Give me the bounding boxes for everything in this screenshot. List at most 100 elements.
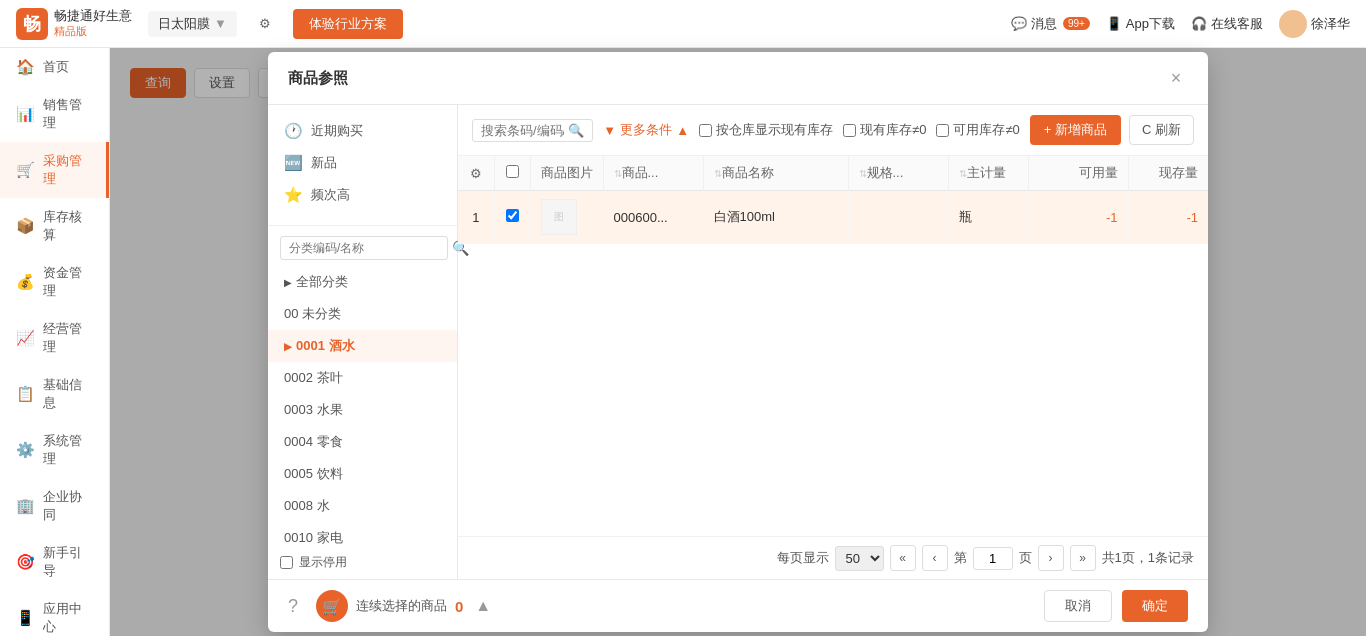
sidebar-item-inventory[interactable]: 📦 库存核算 xyxy=(0,198,109,254)
category-label: 0002 茶叶 xyxy=(284,369,343,387)
next-page-button[interactable]: › xyxy=(1038,545,1064,571)
store-selector[interactable]: 日太阳膜 ▼ xyxy=(148,11,237,37)
sidebar-item-sales[interactable]: 📊 销售管理 xyxy=(0,86,109,142)
message-icon: 💬 xyxy=(1011,16,1027,31)
category-label: 0001 酒水 xyxy=(296,337,355,355)
name-col-header[interactable]: ⇅商品名称 xyxy=(703,156,848,191)
category-item-liquor[interactable]: ▶ 0001 酒水 xyxy=(268,330,457,362)
product-unit-cell: 瓶 xyxy=(948,191,1028,244)
filter-button[interactable]: ▼ 更多条件 ▲ xyxy=(603,121,689,139)
prev-page-button[interactable]: ‹ xyxy=(922,545,948,571)
warehouse-display-checkbox[interactable] xyxy=(699,124,712,137)
apps-icon: 📱 xyxy=(16,609,35,627)
checkbox-col-header[interactable] xyxy=(494,156,530,191)
available-stock-checkbox-wrap[interactable]: 现有库存≠0 xyxy=(843,121,926,139)
mobile-icon: 📱 xyxy=(1106,16,1122,31)
add-product-button[interactable]: + 新增商品 xyxy=(1030,115,1121,145)
cancel-button[interactable]: 取消 xyxy=(1044,590,1112,622)
category-item-snack[interactable]: 0004 零食 xyxy=(268,426,457,458)
category-label: 0010 家电 xyxy=(284,529,343,546)
app-download-nav-item[interactable]: 📱 App下载 xyxy=(1106,15,1175,33)
sidebar-item-label: 销售管理 xyxy=(43,96,93,132)
headset-icon: 🎧 xyxy=(1191,16,1207,31)
sidebar-item-label: 首页 xyxy=(43,58,69,76)
message-nav-item[interactable]: 💬 消息 99+ xyxy=(1011,15,1090,33)
code-col-header[interactable]: ⇅商品... xyxy=(603,156,703,191)
sidebar-item-apps[interactable]: 📱 应用中心 xyxy=(0,590,109,636)
page-number-input[interactable] xyxy=(973,547,1013,570)
last-page-button[interactable]: » xyxy=(1070,545,1096,571)
sidebar-item-label: 采购管理 xyxy=(43,152,90,188)
sidebar-item-finance[interactable]: 💰 资金管理 xyxy=(0,254,109,310)
table-row[interactable]: 1 图 000600... 白酒100ml xyxy=(458,191,1208,244)
available-col-header[interactable]: 可用量 xyxy=(1028,156,1128,191)
warehouse-display-checkbox-wrap[interactable]: 按仓库显示现有库存 xyxy=(699,121,833,139)
per-page-label: 每页显示 xyxy=(777,549,829,567)
per-page-select[interactable]: 50 xyxy=(835,546,884,571)
category-item-electronics[interactable]: 0010 家电 xyxy=(268,522,457,546)
service-nav-item[interactable]: 🎧 在线客服 xyxy=(1191,15,1263,33)
category-label: 0005 饮料 xyxy=(284,465,343,483)
pagination: 每页显示 50 « ‹ 第 页 › » 共1页，1条记录 xyxy=(458,536,1208,579)
sidebar-item-basic-info[interactable]: 📋 基础信息 xyxy=(0,366,109,422)
select-all-checkbox[interactable] xyxy=(506,165,519,178)
available-stock-checkbox[interactable] xyxy=(843,124,856,137)
category-item-fruit[interactable]: 0003 水果 xyxy=(268,394,457,426)
category-item-tea[interactable]: 0002 茶叶 xyxy=(268,362,457,394)
sidebar-item-purchase[interactable]: 🛒 采购管理 xyxy=(0,142,109,198)
user-nav-item[interactable]: 徐泽华 xyxy=(1279,10,1350,38)
product-stock-cell: -1 xyxy=(1128,191,1208,244)
refresh-button[interactable]: C 刷新 xyxy=(1129,115,1194,145)
inventory-icon: 📦 xyxy=(16,217,35,235)
row-checkbox-cell[interactable] xyxy=(494,191,530,244)
quick-item-recent[interactable]: 🕐 近期购买 xyxy=(268,115,457,147)
logo-icon: 畅 xyxy=(16,8,48,40)
img-col-header: 商品图片 xyxy=(530,156,603,191)
cart-icon[interactable]: 🛒 xyxy=(316,590,348,622)
page-label-post: 页 xyxy=(1019,549,1032,567)
category-search-input[interactable] xyxy=(280,236,448,260)
category-item-water[interactable]: 0008 水 xyxy=(268,490,457,522)
unit-col-header[interactable]: ⇅主计量 xyxy=(948,156,1028,191)
panel-divider xyxy=(268,225,457,226)
sidebar-item-home[interactable]: 🏠 首页 xyxy=(0,48,109,86)
clock-icon: 🕐 xyxy=(284,122,303,140)
enterprise-icon: 🏢 xyxy=(16,497,35,515)
avatar xyxy=(1279,10,1307,38)
settings-col-header[interactable]: ⚙ xyxy=(458,156,494,191)
confirm-button[interactable]: 确定 xyxy=(1122,590,1188,622)
category-item-beverage[interactable]: 0005 饮料 xyxy=(268,458,457,490)
modal-backdrop: 商品参照 × 🕐 近期购买 🆕 xyxy=(110,48,1366,636)
first-page-button[interactable]: « xyxy=(890,545,916,571)
settings-icon[interactable]: ⚙ xyxy=(249,8,281,40)
sidebar-item-enterprise[interactable]: 🏢 企业协同 xyxy=(0,478,109,534)
sidebar-item-guide[interactable]: 🎯 新手引导 xyxy=(0,534,109,590)
sales-icon: 📊 xyxy=(16,105,35,123)
show-disabled-checkbox[interactable] xyxy=(280,556,293,569)
row-checkbox[interactable] xyxy=(506,209,519,222)
search-icon[interactable]: 🔍 xyxy=(568,123,584,138)
trial-button[interactable]: 体验行业方案 xyxy=(293,9,403,39)
category-item-uncategorized[interactable]: 00 未分类 xyxy=(268,298,457,330)
category-label: 0008 水 xyxy=(284,497,330,515)
spec-col-header[interactable]: ⇅规格... xyxy=(848,156,948,191)
category-label: 0004 零食 xyxy=(284,433,343,451)
home-icon: 🏠 xyxy=(16,58,35,76)
collapse-icon[interactable]: ▲ xyxy=(475,597,491,615)
sidebar-item-system[interactable]: ⚙️ 系统管理 xyxy=(0,422,109,478)
product-search-input[interactable] xyxy=(481,123,564,138)
page-content: 查询 设置 刷新 商品参照 × xyxy=(110,48,1366,636)
quick-item-frequent[interactable]: ⭐ 频次高 xyxy=(268,179,457,211)
usable-stock-checkbox-wrap[interactable]: 可用库存≠0 xyxy=(936,121,1019,139)
purchase-icon: 🛒 xyxy=(16,161,35,179)
modal-close-button[interactable]: × xyxy=(1164,66,1188,90)
sidebar-item-operations[interactable]: 📈 经营管理 xyxy=(0,310,109,366)
modal-title: 商品参照 xyxy=(288,69,348,88)
usable-stock-checkbox[interactable] xyxy=(936,124,949,137)
sidebar-item-label: 资金管理 xyxy=(43,264,93,300)
quick-item-new[interactable]: 🆕 新品 xyxy=(268,147,457,179)
help-icon[interactable]: ? xyxy=(288,596,298,617)
category-item-all[interactable]: ▶ 全部分类 xyxy=(268,266,457,298)
category-label: 0003 水果 xyxy=(284,401,343,419)
basic-info-icon: 📋 xyxy=(16,385,35,403)
